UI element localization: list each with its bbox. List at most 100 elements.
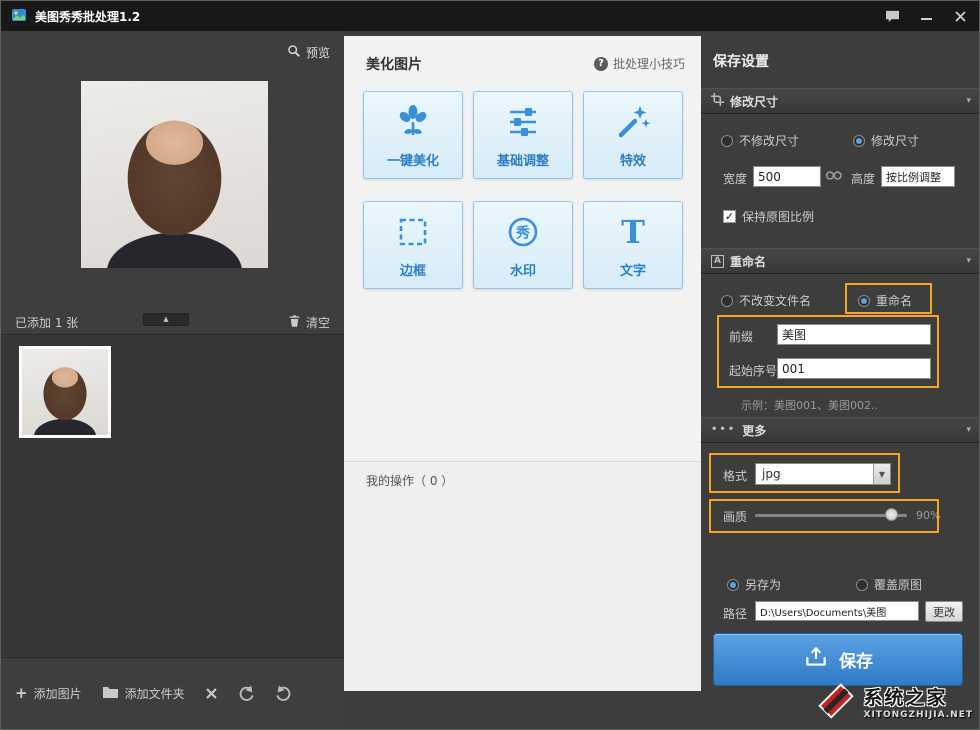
radio-circle	[721, 295, 733, 307]
tool-basic-adjust[interactable]: 基础调整	[473, 91, 573, 179]
add-folder-button[interactable]: 添加文件夹	[102, 685, 185, 702]
radio-rename[interactable]: 重命名	[858, 292, 912, 309]
section-header-rename[interactable]: A 重命名 ▾	[701, 248, 980, 274]
path-label: 路径	[723, 605, 747, 622]
tool-effects[interactable]: 特效	[583, 91, 683, 179]
flower-icon	[393, 102, 433, 145]
remove-button[interactable]	[205, 687, 218, 700]
added-count-label: 已添加 1 张	[15, 314, 78, 331]
watermark: 系统之家 XITONGZHIJIA.NET	[812, 676, 973, 727]
prefix-input[interactable]	[777, 324, 931, 345]
radio-label: 重命名	[876, 292, 912, 309]
link-icon	[825, 170, 843, 184]
radio-label: 覆盖原图	[874, 576, 922, 593]
change-path-button[interactable]: 更改	[925, 601, 963, 622]
start-number-input[interactable]	[777, 358, 931, 379]
radio-save-as[interactable]: 另存为	[727, 576, 781, 593]
tool-text[interactable]: T 文字	[583, 201, 683, 289]
tips-label: 批处理小技巧	[613, 55, 685, 72]
add-image-label: 添加图片	[34, 685, 82, 702]
width-input[interactable]	[753, 166, 821, 187]
section-header-more[interactable]: ••• 更多 ▾	[701, 417, 980, 443]
window-title: 美图秀秀批处理1.2	[35, 8, 140, 25]
undo-button[interactable]	[238, 685, 255, 702]
operations-section: 我的操作（ 0 ）	[344, 461, 701, 691]
keep-ratio-checkbox[interactable]: ✓ 保持原图比例	[723, 208, 814, 225]
section-header-resize[interactable]: 修改尺寸 ▾	[701, 88, 980, 114]
titlebar: 美图秀秀批处理1.2	[1, 1, 979, 31]
radio-no-resize[interactable]: 不修改尺寸	[721, 132, 799, 149]
beautify-panel: 美化图片 ? 批处理小技巧 一键美化	[344, 36, 701, 691]
radio-label: 不改变文件名	[739, 292, 811, 309]
trash-icon	[288, 314, 301, 331]
rename-icon: A	[711, 255, 724, 268]
radio-circle-selected	[858, 295, 870, 307]
panel-title: 美化图片	[366, 54, 422, 74]
magnifier-icon	[287, 44, 301, 61]
start-number-label: 起始序号	[729, 362, 777, 379]
radio-label: 不修改尺寸	[739, 132, 799, 149]
quality-value: 90%	[916, 509, 940, 522]
close-button[interactable]	[951, 7, 969, 25]
width-label: 宽度	[723, 170, 747, 187]
watermark-name: 系统之家	[864, 683, 948, 710]
radio-resize[interactable]: 修改尺寸	[853, 132, 919, 149]
dots-icon: •••	[711, 427, 736, 433]
redo-button[interactable]	[275, 685, 292, 702]
app-icon	[11, 7, 27, 26]
sliders-icon	[503, 102, 543, 145]
quality-slider-handle[interactable]	[885, 508, 898, 521]
thumbnail-item[interactable]	[19, 346, 111, 438]
watermark-logo	[812, 676, 860, 727]
magic-wand-icon	[613, 102, 653, 145]
add-image-button[interactable]: + 添加图片	[15, 685, 82, 702]
radio-overwrite[interactable]: 覆盖原图	[856, 576, 922, 593]
radio-circle	[856, 579, 868, 591]
preview-image	[81, 81, 268, 268]
radio-label: 另存为	[745, 576, 781, 593]
rename-example: 示例：美图001、美图002..	[741, 397, 878, 413]
radio-circle-selected	[727, 579, 739, 591]
preview-label: 预览	[306, 44, 330, 61]
tool-watermark[interactable]: 秀 水印	[473, 201, 573, 289]
frame-icon	[393, 212, 433, 255]
checkbox-label: 保持原图比例	[742, 208, 814, 225]
crop-icon	[711, 93, 724, 109]
tool-label: 边框	[400, 260, 426, 279]
clear-label: 清空	[306, 314, 330, 331]
clear-button[interactable]: 清空	[288, 314, 330, 331]
prefix-label: 前缀	[729, 328, 753, 345]
tool-border[interactable]: 边框	[363, 201, 463, 289]
tool-grid: 一键美化 基础调整 特	[363, 91, 683, 289]
more-header-label: 更多	[742, 422, 766, 439]
resize-header-label: 修改尺寸	[730, 93, 778, 110]
collapse-list-button[interactable]: ▲	[143, 313, 189, 326]
rename-header-label: 重命名	[730, 253, 766, 270]
save-settings-title: 保存设置	[713, 51, 769, 71]
left-toolbar: + 添加图片 添加文件夹	[1, 657, 344, 729]
quality-label: 画质	[723, 508, 747, 525]
radio-label: 修改尺寸	[871, 132, 919, 149]
radio-circle-selected	[853, 135, 865, 147]
change-path-label: 更改	[933, 604, 955, 620]
save-button-label: 保存	[839, 647, 873, 672]
radio-circle	[721, 135, 733, 147]
path-input[interactable]	[755, 601, 919, 621]
preview-button[interactable]: 预览	[287, 44, 330, 61]
dropdown-arrow-icon[interactable]: ▼	[873, 464, 890, 484]
svg-text:T: T	[621, 213, 645, 251]
format-dropdown[interactable]: jpg ▼	[755, 463, 891, 485]
tool-onekey-beautify[interactable]: 一键美化	[363, 91, 463, 179]
add-folder-label: 添加文件夹	[125, 685, 185, 702]
question-icon: ?	[594, 57, 608, 71]
thumbnail-list	[1, 334, 344, 658]
radio-keep-filename[interactable]: 不改变文件名	[721, 292, 811, 309]
xiu-badge-icon: 秀	[503, 212, 543, 255]
app-window: 美图秀秀批处理1.2 预览 已添加 1 张 ▲	[0, 0, 980, 730]
height-input[interactable]	[881, 166, 955, 187]
list-header: 已添加 1 张 ▲ 清空	[1, 311, 344, 334]
tips-link[interactable]: ? 批处理小技巧	[594, 55, 685, 72]
minimize-button[interactable]	[917, 7, 935, 25]
feedback-icon[interactable]	[883, 7, 901, 25]
checkbox-checked: ✓	[723, 210, 736, 223]
